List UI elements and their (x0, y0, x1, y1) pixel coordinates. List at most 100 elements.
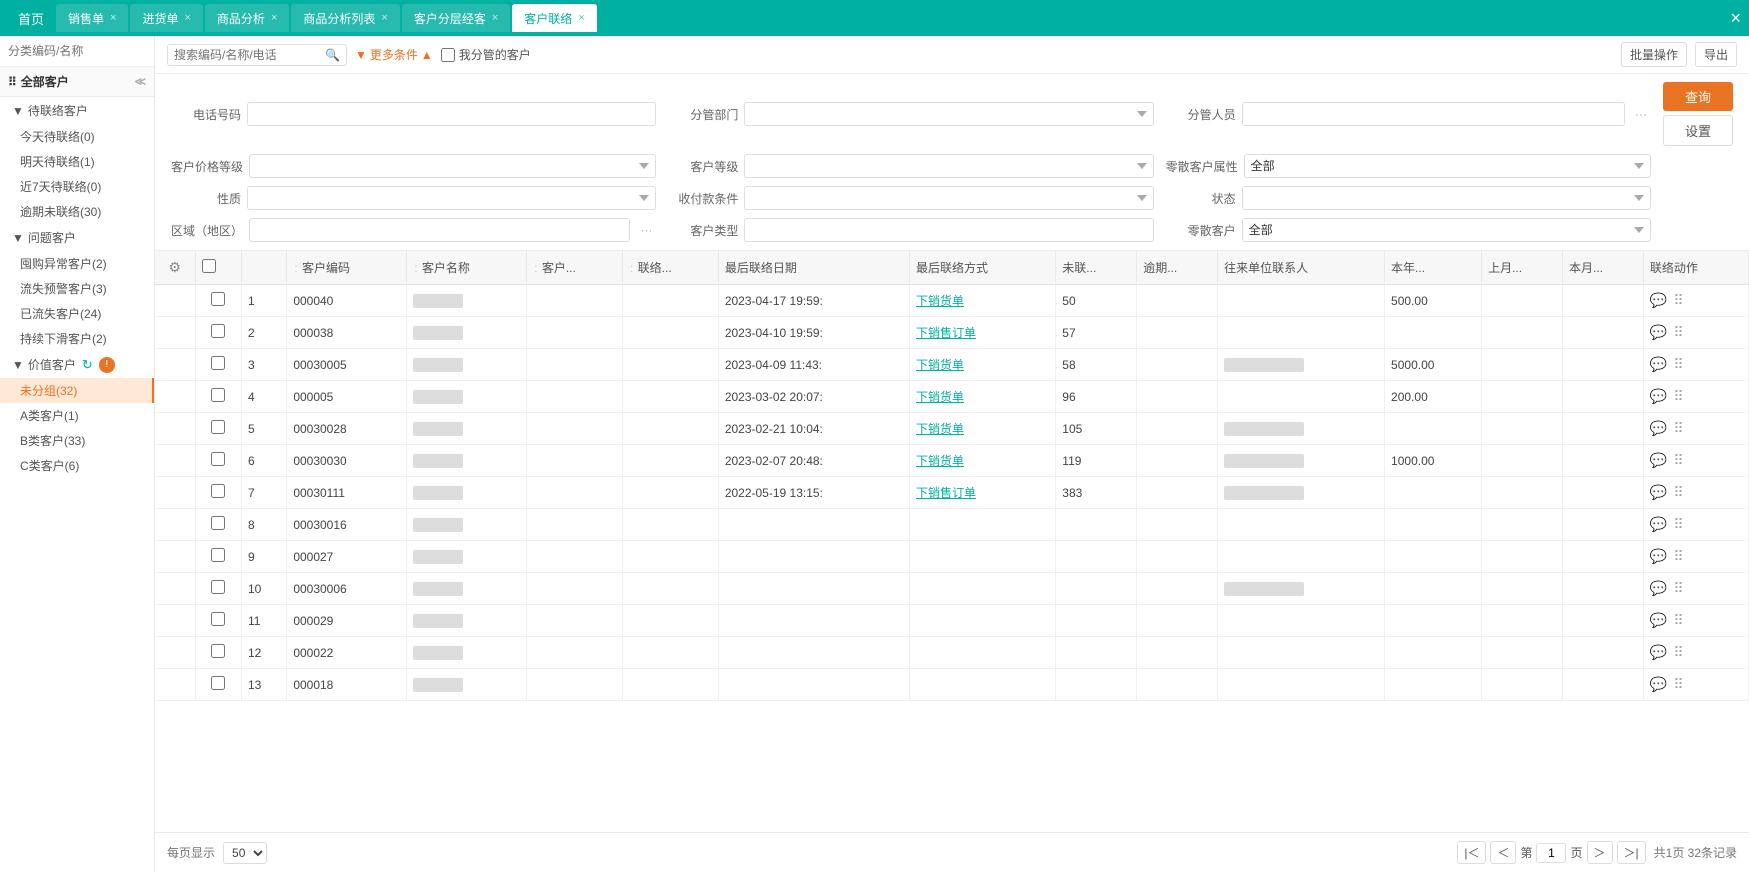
row-last-contact-way-cell[interactable] (909, 669, 1055, 701)
row-last-contact-way-cell[interactable] (909, 541, 1055, 573)
close-product-analysis-icon[interactable]: × (271, 12, 277, 24)
message-action-icon[interactable]: 💬 (1650, 676, 1667, 693)
payment-select[interactable] (744, 186, 1153, 210)
sidebar-item-ungrouped[interactable]: 未分组(32) (0, 378, 154, 403)
tab-sales-order[interactable]: 销售单 × (56, 4, 128, 32)
more-conditions-button[interactable]: ▼ 更多条件 ▲ (355, 46, 433, 63)
my-customers-checkbox[interactable] (441, 48, 455, 62)
last-page-button[interactable]: ＞| (1617, 841, 1646, 864)
row-checkbox-cell[interactable] (195, 349, 241, 381)
close-customer-contact-icon[interactable]: × (578, 12, 584, 24)
sidebar-item-churned[interactable]: 已流失客户(24) (0, 301, 154, 326)
sidebar-item-overdue-pending[interactable]: 逾期未联络(30) (0, 199, 154, 224)
row-checkbox[interactable] (211, 452, 225, 466)
main-search-icon[interactable]: 🔍 (325, 48, 340, 62)
message-action-icon[interactable]: 💬 (1650, 516, 1667, 533)
customer-level-select[interactable] (744, 154, 1153, 178)
search-box[interactable]: 🔍 (167, 44, 347, 66)
row-checkbox-cell[interactable] (195, 605, 241, 637)
row-checkbox-cell[interactable] (195, 445, 241, 477)
sidebar-item-abnormal-stock[interactable]: 囤购异常客户(2) (0, 251, 154, 276)
row-last-contact-way-cell[interactable] (909, 509, 1055, 541)
row-checkbox[interactable] (211, 324, 225, 338)
dept-select[interactable] (744, 102, 1153, 126)
more-action-icon[interactable]: ⠿ (1673, 612, 1683, 629)
message-action-icon[interactable]: 💬 (1650, 612, 1667, 629)
message-action-icon[interactable]: 💬 (1650, 484, 1667, 501)
more-action-icon[interactable]: ⠿ (1673, 548, 1683, 565)
query-button[interactable]: 查询 (1663, 82, 1733, 111)
more-action-icon[interactable]: ⠿ (1673, 580, 1683, 597)
row-checkbox[interactable] (211, 356, 225, 370)
row-checkbox[interactable] (211, 516, 225, 530)
region-dots-icon[interactable]: ··· (636, 223, 656, 237)
row-checkbox-cell[interactable] (195, 509, 241, 541)
select-all-checkbox[interactable] (202, 259, 216, 273)
row-checkbox-cell[interactable] (195, 669, 241, 701)
contact-way-link[interactable]: 下销货单 (916, 358, 964, 372)
more-action-icon[interactable]: ⠿ (1673, 420, 1683, 437)
message-action-icon[interactable]: 💬 (1650, 644, 1667, 661)
row-last-contact-way-cell[interactable] (909, 605, 1055, 637)
manager-input[interactable] (1242, 102, 1625, 126)
prev-page-button[interactable]: ＜ (1490, 841, 1516, 864)
refresh-icon[interactable]: ↻ (82, 357, 93, 373)
message-action-icon[interactable]: 💬 (1650, 548, 1667, 565)
tab-product-analysis[interactable]: 商品分析 × (205, 4, 289, 32)
nature-select[interactable] (247, 186, 656, 210)
more-action-icon[interactable]: ⠿ (1673, 644, 1683, 661)
row-last-contact-way-cell[interactable]: 下销售订单 (909, 477, 1055, 509)
more-action-icon[interactable]: ⠿ (1673, 676, 1683, 693)
sidebar-search-input[interactable] (8, 44, 155, 58)
sidebar-item-7days-pending[interactable]: 近7天待联络(0) (0, 174, 154, 199)
row-checkbox-cell[interactable] (195, 381, 241, 413)
row-checkbox-cell[interactable] (195, 317, 241, 349)
first-page-button[interactable]: |＜ (1457, 841, 1486, 864)
message-action-icon[interactable]: 💬 (1650, 324, 1667, 341)
contact-way-link[interactable]: 下销货单 (916, 454, 964, 468)
row-checkbox[interactable] (211, 676, 225, 690)
sidebar-item-c-class[interactable]: C类客户(6) (0, 453, 154, 478)
more-action-icon[interactable]: ⠿ (1673, 324, 1683, 341)
row-checkbox-cell[interactable] (195, 413, 241, 445)
customer-type-input[interactable] (744, 218, 1153, 242)
more-action-icon[interactable]: ⠿ (1673, 292, 1683, 309)
row-last-contact-way-cell[interactable]: 下销货单 (909, 445, 1055, 477)
row-checkbox-cell[interactable] (195, 573, 241, 605)
row-checkbox-cell[interactable] (195, 637, 241, 669)
row-last-contact-way-cell[interactable]: 下销货单 (909, 381, 1055, 413)
contact-way-link[interactable]: 下销售订单 (916, 486, 976, 500)
next-page-button[interactable]: ＞ (1587, 841, 1613, 864)
home-tab[interactable]: 首页 (8, 9, 54, 28)
manager-dots-icon[interactable]: ··· (1631, 107, 1651, 121)
row-checkbox-cell[interactable] (195, 541, 241, 573)
row-checkbox[interactable] (211, 292, 225, 306)
contact-way-link[interactable]: 下销货单 (916, 294, 964, 308)
all-customers-header[interactable]: ⠿ 全部客户 ≪ (0, 67, 154, 97)
page-number-input[interactable] (1536, 843, 1566, 863)
row-checkbox[interactable] (211, 548, 225, 562)
pending-contact-section[interactable]: ▼ 待联络客户 (0, 97, 154, 124)
more-action-icon[interactable]: ⠿ (1673, 484, 1683, 501)
row-checkbox-cell[interactable] (195, 477, 241, 509)
contact-way-link[interactable]: 下销货单 (916, 390, 964, 404)
close-purchase-order-icon[interactable]: × (184, 12, 190, 24)
row-last-contact-way-cell[interactable]: 下销售订单 (909, 317, 1055, 349)
message-action-icon[interactable]: 💬 (1650, 356, 1667, 373)
value-customer-section[interactable]: ▼ 价值客户 ↻ ! (0, 351, 154, 378)
row-checkbox[interactable] (211, 388, 225, 402)
more-action-icon[interactable]: ⠿ (1673, 388, 1683, 405)
contact-way-link[interactable]: 下销货单 (916, 422, 964, 436)
phone-input[interactable] (247, 102, 656, 126)
more-action-icon[interactable]: ⠿ (1673, 356, 1683, 373)
tab-purchase-order[interactable]: 进货单 × (130, 4, 202, 32)
row-checkbox[interactable] (211, 420, 225, 434)
row-last-contact-way-cell[interactable]: 下销货单 (909, 349, 1055, 381)
row-last-contact-way-cell[interactable]: 下销货单 (909, 413, 1055, 445)
status-select[interactable] (1242, 186, 1651, 210)
settings-icon[interactable]: ⚙ (168, 259, 181, 275)
sidebar-item-a-class[interactable]: A类客户(1) (0, 403, 154, 428)
row-checkbox[interactable] (211, 580, 225, 594)
close-customer-tier-icon[interactable]: × (492, 12, 498, 24)
reset-button[interactable]: 设置 (1663, 115, 1733, 146)
